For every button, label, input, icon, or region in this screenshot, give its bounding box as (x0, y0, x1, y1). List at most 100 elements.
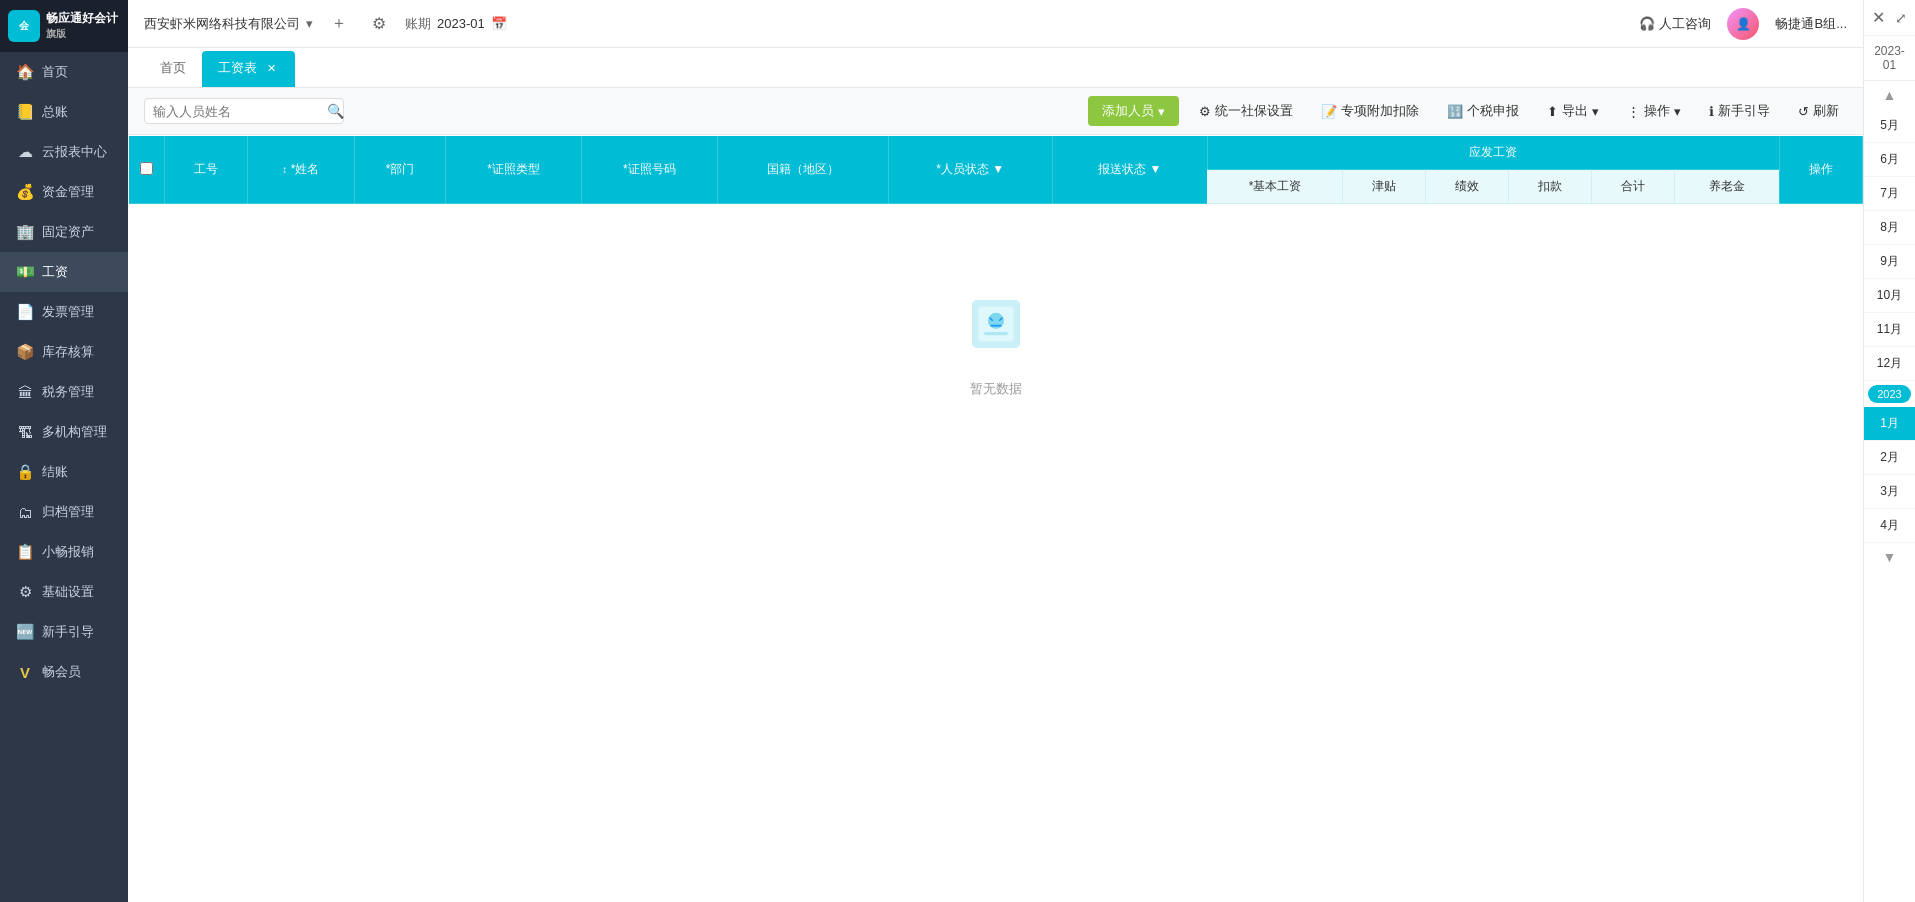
right-panel: ✕ ⤢ 2023-01 ▲ 5月 6月 7月 8月 9月 10月 11月 12月… (1863, 0, 1915, 902)
month-item-4[interactable]: 4月 (1864, 509, 1915, 543)
sidebar-item-cloud-report[interactable]: ☁ 云报表中心 (0, 132, 128, 172)
sidebar-item-archive[interactable]: 🗂 归档管理 (0, 492, 128, 532)
sidebar-item-invoice[interactable]: 📄 发票管理 (0, 292, 128, 332)
period-label: 账期 (405, 15, 431, 33)
col-pension: 养老金 (1674, 170, 1779, 204)
logo-icon: 会 (8, 10, 40, 42)
sidebar-item-tax[interactable]: 🏛 税务管理 (0, 372, 128, 412)
calendar-icon[interactable]: 📅 (491, 16, 507, 31)
toolbar-right: 添加人员 ▾ ⚙ 统一社保设置 📝 专项附加扣除 🔢 个税申报 ⬆ 导出 ▾ ⋮ (1088, 96, 1847, 126)
month-item-3[interactable]: 3月 (1864, 475, 1915, 509)
ledger-icon: 📒 (16, 103, 34, 121)
month-item-7[interactable]: 7月 (1864, 177, 1915, 211)
deduction-icon: 📝 (1321, 104, 1337, 119)
personal-tax-btn[interactable]: 🔢 个税申报 (1439, 98, 1527, 124)
multi-org-icon: 🏗 (16, 424, 34, 441)
fixed-assets-icon: 🏢 (16, 223, 34, 241)
nav-up-button[interactable]: ▲ (1864, 81, 1915, 109)
sidebar-item-multi-org[interactable]: 🏗 多机构管理 (0, 412, 128, 452)
tab-salary[interactable]: 工资表 ✕ (202, 51, 295, 87)
sidebar-item-settings[interactable]: ⚙ 基础设置 (0, 572, 128, 612)
sidebar-item-cloud-label: 云报表中心 (42, 143, 107, 161)
month-item-1[interactable]: 1月 (1864, 407, 1915, 441)
select-all-checkbox[interactable] (140, 162, 153, 175)
month-item-5[interactable]: 5月 (1864, 109, 1915, 143)
sidebar-item-inventory[interactable]: 📦 库存核算 (0, 332, 128, 372)
sidebar-item-expense-label: 小畅报销 (42, 543, 94, 561)
sidebar-item-tax-label: 税务管理 (42, 383, 94, 401)
sidebar-item-expense[interactable]: 📋 小畅报销 (0, 532, 128, 572)
panel-expand-button[interactable]: ⤢ (1891, 6, 1911, 30)
add-person-button[interactable]: 添加人员 ▾ (1088, 96, 1179, 126)
company-selector[interactable]: 西安虾米网络科技有限公司 ▾ (144, 15, 313, 33)
sidebar-item-home[interactable]: 🏠 首页 (0, 52, 128, 92)
month-item-8[interactable]: 8月 (1864, 211, 1915, 245)
ops-arrow-icon: ▾ (1674, 104, 1681, 119)
col-performance: 绩效 (1426, 170, 1509, 204)
plus-icon: ＋ (331, 13, 347, 34)
tab-close-icon[interactable]: ✕ (263, 60, 279, 76)
sidebar-item-salary[interactable]: 💵 工资 (0, 252, 128, 292)
service-button[interactable]: 🎧 人工咨询 (1639, 15, 1711, 33)
period-value: 2023-01 (437, 16, 485, 31)
account-period: 账期 2023-01 📅 (405, 15, 507, 33)
add-person-label: 添加人员 (1102, 102, 1154, 120)
col-submit-status[interactable]: 报送状态 ▼ (1052, 136, 1207, 204)
export-icon: ⬆ (1547, 104, 1558, 119)
search-input[interactable] (153, 104, 321, 119)
col-name: ↕ *姓名 (247, 136, 354, 204)
sidebar-item-fund[interactable]: 💰 资金管理 (0, 172, 128, 212)
sidebar-item-closing-label: 结账 (42, 463, 68, 481)
col-payroll-header: 应发工资 (1207, 136, 1779, 170)
sidebar-item-fund-label: 资金管理 (42, 183, 94, 201)
svg-rect-3 (984, 332, 1008, 335)
tax-icon: 🔢 (1447, 104, 1463, 119)
operations-btn[interactable]: ⋮ 操作 ▾ (1619, 98, 1689, 124)
guide-btn[interactable]: ℹ 新手引导 (1701, 98, 1778, 124)
inventory-icon: 📦 (16, 343, 34, 361)
guide-circle-icon: ℹ (1709, 104, 1714, 119)
month-item-11[interactable]: 11月 (1864, 313, 1915, 347)
search-icon: 🔍 (327, 103, 344, 119)
col-person-status[interactable]: *人员状态 ▼ (888, 136, 1052, 204)
col-deductions: 扣款 (1509, 170, 1592, 204)
tab-home[interactable]: 首页 (144, 51, 202, 87)
toolbar: 🔍 添加人员 ▾ ⚙ 统一社保设置 📝 专项附加扣除 🔢 个税申报 ⬆ 导出 (128, 88, 1863, 135)
sidebar-item-guide[interactable]: 🆕 新手引导 (0, 612, 128, 652)
social-insurance-btn[interactable]: ⚙ 统一社保设置 (1191, 98, 1301, 124)
month-item-9[interactable]: 9月 (1864, 245, 1915, 279)
col-allowance: 津贴 (1343, 170, 1426, 204)
sidebar-item-ledger[interactable]: 📒 总账 (0, 92, 128, 132)
sidebar-item-home-label: 首页 (42, 63, 68, 81)
sidebar-item-closing[interactable]: 🔒 结账 (0, 452, 128, 492)
fund-icon: 💰 (16, 183, 34, 201)
month-item-12[interactable]: 12月 (1864, 347, 1915, 381)
refresh-btn[interactable]: ↺ 刷新 (1790, 98, 1847, 124)
nav-down-button[interactable]: ▼ (1864, 543, 1915, 571)
month-item-6[interactable]: 6月 (1864, 143, 1915, 177)
filter-icon: ▼ (992, 162, 1004, 176)
sidebar-item-member[interactable]: V 畅会员 (0, 652, 128, 692)
col-id-number: *证照号码 (581, 136, 717, 204)
chevron-down-icon: ▾ (306, 16, 313, 31)
service-label: 人工咨询 (1659, 15, 1711, 33)
panel-close-button[interactable]: ✕ (1868, 4, 1889, 31)
company-name: 西安虾米网络科技有限公司 (144, 15, 300, 33)
col-employee-id: 工号 (165, 136, 248, 204)
special-deduction-btn[interactable]: 📝 专项附加扣除 (1313, 98, 1427, 124)
home-icon: 🏠 (16, 63, 34, 81)
export-arrow-icon: ▾ (1592, 104, 1599, 119)
salary-table: 工号 ↕ *姓名 *部门 *证照类型 *证照号码 国籍（地区） *人员状态 ▼ … (128, 135, 1863, 478)
month-item-10[interactable]: 10月 (1864, 279, 1915, 313)
headset-icon: 🎧 (1639, 16, 1655, 31)
sidebar-item-guide-label: 新手引导 (42, 623, 94, 641)
export-btn[interactable]: ⬆ 导出 ▾ (1539, 98, 1607, 124)
sidebar-item-fixed-assets[interactable]: 🏢 固定资产 (0, 212, 128, 252)
user-name: 畅捷通B组... (1775, 15, 1847, 33)
panel-controls: ✕ ⤢ (1864, 0, 1915, 36)
add-button[interactable]: ＋ (325, 10, 353, 38)
settings-button[interactable]: ⚙ (365, 10, 393, 38)
gear-icon: ⚙ (372, 14, 386, 33)
month-item-2[interactable]: 2月 (1864, 441, 1915, 475)
checkbox-header[interactable] (129, 136, 165, 204)
